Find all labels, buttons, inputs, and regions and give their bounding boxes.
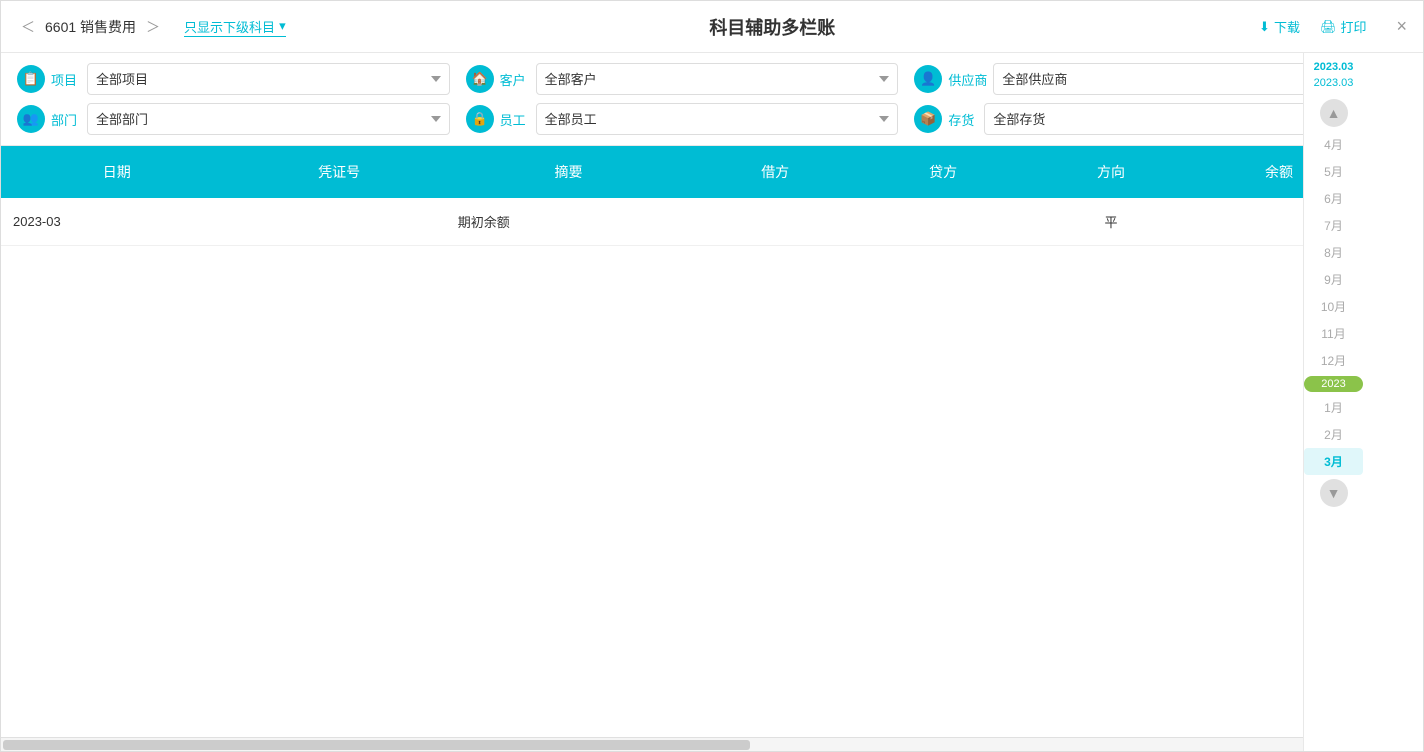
sidebar-month-9[interactable]: 9月	[1304, 266, 1363, 293]
main-window: ＜ 6601 销售费用 ＞ 只显示下级科目 ▾ 科目辅助多栏账 ⬇ 下载 🖨 打…	[0, 0, 1424, 752]
sidebar-month-7[interactable]: 7月	[1304, 212, 1363, 239]
inventory-label: 存货	[948, 110, 978, 129]
content-area: 📋 项目 全部项目 🏠 客户 全部客户 👤	[1, 53, 1363, 751]
customer-select[interactable]: 全部客户	[536, 63, 899, 95]
prev-arrow[interactable]: ＜	[17, 15, 39, 39]
close-button[interactable]: ×	[1396, 16, 1407, 37]
col-debit: 借方	[691, 146, 859, 198]
customer-icon: 🏠	[466, 65, 494, 93]
right-sidebar: 2023.03 2023.03 ▲ 4月 5月 6月 7月 8月 9月 10月 …	[1303, 53, 1363, 751]
sidebar-month-2[interactable]: 2月	[1304, 421, 1363, 448]
print-icon: 🖨	[1320, 19, 1337, 35]
employee-label: 员工	[500, 110, 530, 129]
top-bar: ＜ 6601 销售费用 ＞ 只显示下级科目 ▾ 科目辅助多栏账 ⬇ 下载 🖨 打…	[1, 1, 1423, 53]
table-wrapper: 日期 凭证号 摘要 借方 贷方 方向 余额 2023-03 期初余额	[1, 146, 1363, 737]
table-row: 2023-03 期初余额 平	[1, 198, 1363, 246]
sidebar-month-1[interactable]: 1月	[1304, 394, 1363, 421]
employee-select[interactable]: 全部员工	[536, 103, 899, 135]
top-actions: ⬇ 下载 🖨 打印 ×	[1259, 16, 1407, 37]
main-content: 📋 项目 全部项目 🏠 客户 全部客户 👤	[1, 53, 1363, 751]
project-icon: 📋	[17, 65, 45, 93]
filter-item-project: 📋 项目 全部项目	[17, 63, 450, 95]
sidebar-period-header-1: 2023.03	[1314, 61, 1354, 73]
supplier-select[interactable]: 全部供应商	[993, 63, 1347, 95]
scrollbar-thumb[interactable]	[3, 740, 750, 750]
account-code: 6601 销售费用	[45, 17, 136, 37]
show-sub-toggle[interactable]: 只显示下级科目 ▾	[184, 17, 286, 37]
department-icon: 👥	[17, 105, 45, 133]
supplier-icon: 👤	[914, 65, 942, 93]
print-label: 打印	[1340, 17, 1366, 36]
cell-date: 2023-03	[1, 198, 233, 246]
inventory-select[interactable]: 全部存货	[984, 103, 1347, 135]
department-select[interactable]: 全部部门	[87, 103, 450, 135]
supplier-label: 供应商	[948, 70, 987, 89]
sidebar-up-button[interactable]: ▲	[1320, 99, 1348, 127]
cell-credit	[859, 198, 1027, 246]
department-label: 部门	[51, 110, 81, 129]
table-body: 2023-03 期初余额 平	[1, 198, 1363, 246]
employee-icon: 🔒	[466, 105, 494, 133]
sidebar-month-10[interactable]: 10月	[1304, 293, 1363, 320]
print-button[interactable]: 🖨 打印	[1320, 17, 1367, 36]
project-label: 项目	[51, 70, 81, 89]
sidebar-month-12[interactable]: 12月	[1304, 347, 1363, 374]
inventory-icon: 📦	[914, 105, 942, 133]
sidebar-month-8[interactable]: 8月	[1304, 239, 1363, 266]
data-table: 日期 凭证号 摘要 借方 贷方 方向 余额 2023-03 期初余额	[1, 146, 1363, 246]
sidebar-year-2023[interactable]: 2023	[1304, 376, 1363, 392]
col-direction: 方向	[1027, 146, 1195, 198]
col-credit: 贷方	[859, 146, 1027, 198]
filter-row-1: 📋 项目 全部项目 🏠 客户 全部客户 👤	[17, 63, 1347, 95]
cell-summary: 期初余额	[446, 198, 691, 246]
filter-row-2: 👥 部门 全部部门 🔒 员工 全部员工 📦	[17, 103, 1347, 135]
download-label: 下载	[1274, 17, 1300, 36]
filter-item-department: 👥 部门 全部部门	[17, 103, 450, 135]
col-summary: 摘要	[446, 146, 691, 198]
project-select[interactable]: 全部项目	[87, 63, 450, 95]
filter-item-employee: 🔒 员工 全部员工	[466, 103, 899, 135]
sidebar-period-header-2: 2023.03	[1314, 77, 1354, 89]
table-header-row: 日期 凭证号 摘要 借方 贷方 方向 余额	[1, 146, 1363, 198]
filter-bar: 📋 项目 全部项目 🏠 客户 全部客户 👤	[1, 53, 1363, 146]
bottom-scrollbar[interactable]	[1, 737, 1363, 751]
sidebar-down-button[interactable]: ▼	[1320, 479, 1348, 507]
cell-direction: 平	[1027, 198, 1195, 246]
filter-item-inventory: 📦 存货 全部存货	[914, 103, 1347, 135]
sidebar-month-4[interactable]: 4月	[1304, 131, 1363, 158]
sidebar-month-3-current[interactable]: 3月	[1304, 448, 1363, 475]
sidebar-month-5[interactable]: 5月	[1304, 158, 1363, 185]
sidebar-month-11[interactable]: 11月	[1304, 320, 1363, 347]
sidebar-month-6[interactable]: 6月	[1304, 185, 1363, 212]
cell-voucher	[233, 198, 446, 246]
col-date: 日期	[1, 146, 233, 198]
customer-label: 客户	[500, 70, 530, 89]
cell-debit	[691, 198, 859, 246]
col-voucher: 凭证号	[233, 146, 446, 198]
filter-item-supplier: 👤 供应商 全部供应商	[914, 63, 1347, 95]
show-sub-label: 只显示下级科目	[184, 17, 275, 36]
page-title: 科目辅助多栏账	[286, 14, 1259, 40]
download-button[interactable]: ⬇ 下载	[1259, 17, 1300, 36]
download-icon: ⬇	[1259, 19, 1270, 35]
filter-item-customer: 🏠 客户 全部客户	[466, 63, 899, 95]
next-arrow[interactable]: ＞	[142, 15, 164, 39]
